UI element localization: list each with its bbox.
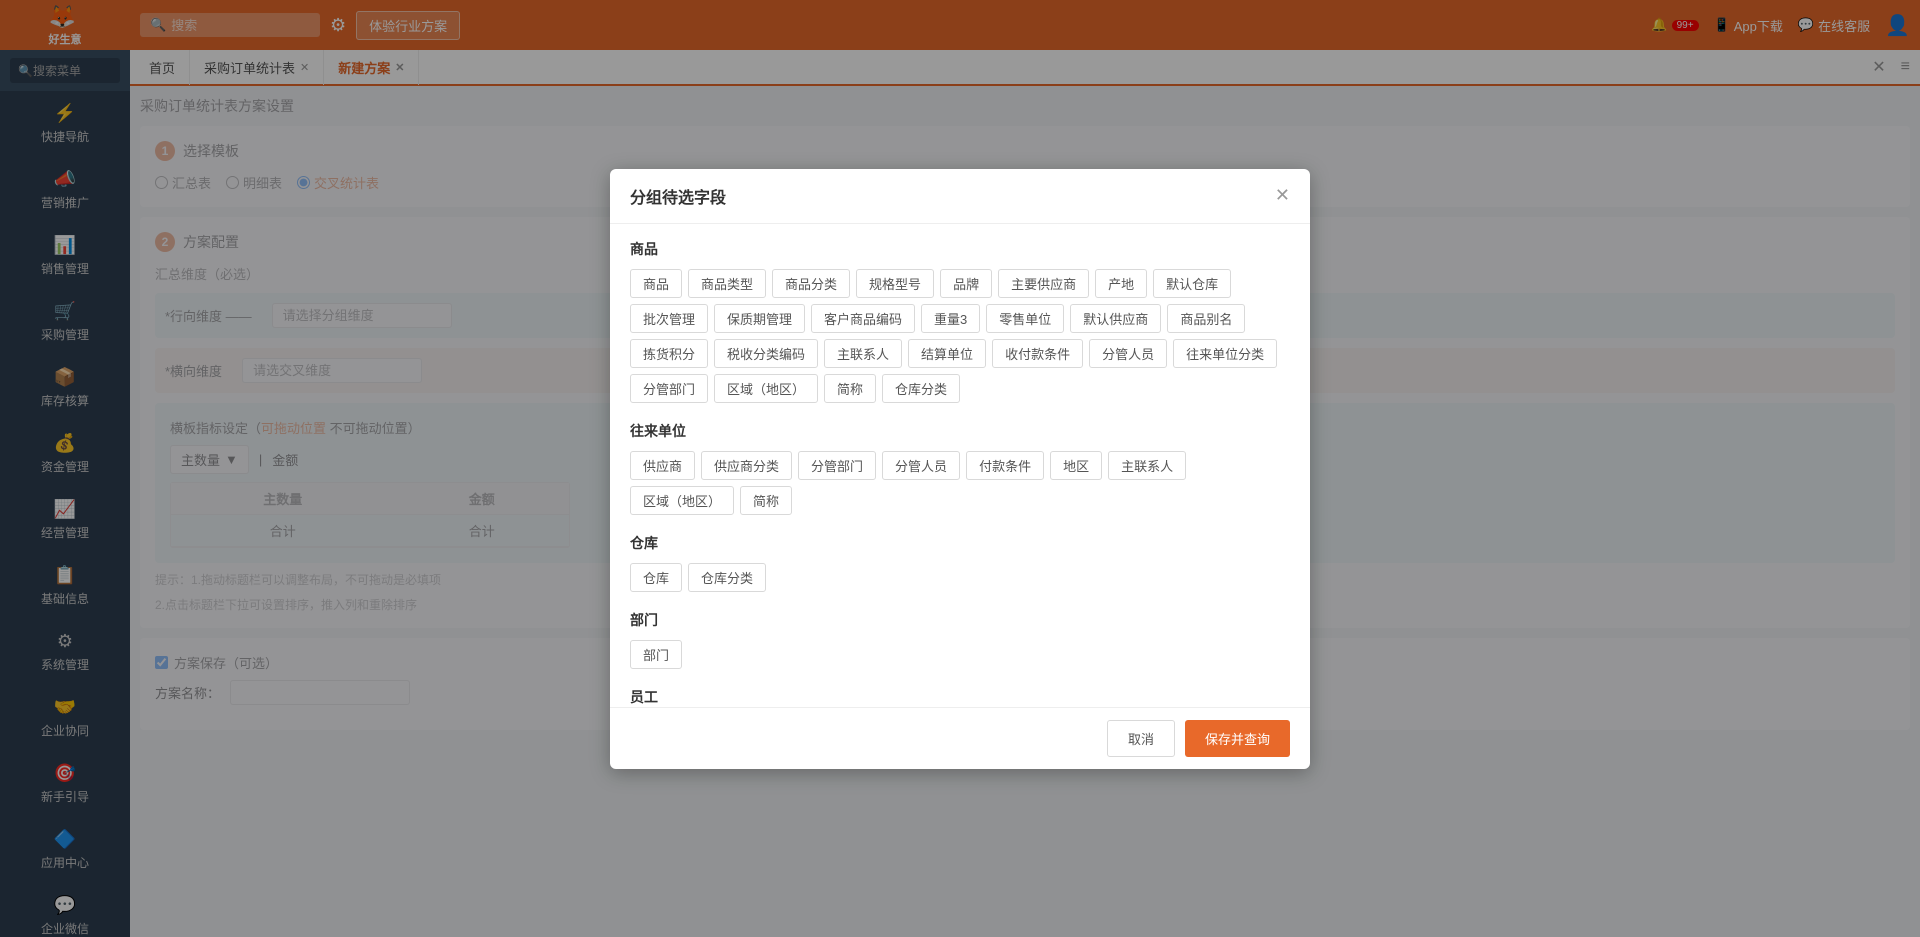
field-tag-customer-code[interactable]: 客户商品编码 — [811, 304, 915, 333]
field-tag-retail-unit[interactable]: 零售单位 — [986, 304, 1064, 333]
field-tag-partner-manager[interactable]: 分管人员 — [882, 451, 960, 480]
section-title-product: 商品 — [630, 239, 1290, 259]
section-title-employee: 员工 — [630, 687, 1290, 707]
modal-body: 商品 商品 商品类型 商品分类 规格型号 品牌 主要供应商 产地 默认仓库 批次… — [610, 224, 1310, 707]
field-section-employee: 员工 业务员 — [630, 687, 1290, 707]
field-tag-origin[interactable]: 产地 — [1095, 269, 1147, 298]
section-title-department: 部门 — [630, 610, 1290, 630]
field-tag-batch-mgmt[interactable]: 批次管理 — [630, 304, 708, 333]
modal-footer: 取消 保存并查询 — [610, 707, 1310, 769]
field-tag-payment-terms[interactable]: 收付款条件 — [992, 339, 1083, 368]
field-tag-dept[interactable]: 分管部门 — [630, 374, 708, 403]
field-tag-region[interactable]: 区域（地区） — [714, 374, 818, 403]
field-tag-pick-score[interactable]: 拣货积分 — [630, 339, 708, 368]
modal-header: 分组待选字段 ✕ — [610, 169, 1310, 224]
field-tag-manager[interactable]: 分管人员 — [1089, 339, 1167, 368]
field-tag-partner-category[interactable]: 往来单位分类 — [1173, 339, 1277, 368]
field-tag-short-name[interactable]: 简称 — [824, 374, 876, 403]
field-section-department: 部门 部门 — [630, 610, 1290, 669]
modal-title: 分组待选字段 — [630, 184, 726, 208]
field-tag-department[interactable]: 部门 — [630, 640, 682, 669]
field-tag-weight[interactable]: 重量3 — [921, 304, 980, 333]
field-tag-default-supplier[interactable]: 默认供应商 — [1070, 304, 1161, 333]
field-tag-default-warehouse[interactable]: 默认仓库 — [1153, 269, 1231, 298]
modal-close-button[interactable]: ✕ — [1275, 185, 1290, 206]
field-section-warehouse: 仓库 仓库 仓库分类 — [630, 533, 1290, 592]
section-title-partner: 往来单位 — [630, 421, 1290, 441]
field-tag-expiry-mgmt[interactable]: 保质期管理 — [714, 304, 805, 333]
field-tag-tax-code[interactable]: 税收分类编码 — [714, 339, 818, 368]
field-tag-wh-cat[interactable]: 仓库分类 — [688, 563, 766, 592]
modal-dialog: 分组待选字段 ✕ 商品 商品 商品类型 商品分类 规格型号 品牌 主要供应商 产… — [610, 169, 1310, 769]
field-tag-partner-short[interactable]: 简称 — [740, 486, 792, 515]
product-field-tags: 商品 商品类型 商品分类 规格型号 品牌 主要供应商 产地 默认仓库 批次管理 … — [630, 269, 1290, 403]
field-tag-product-type[interactable]: 商品类型 — [688, 269, 766, 298]
field-tag-partner-region[interactable]: 区域（地区） — [630, 486, 734, 515]
field-section-partner: 往来单位 供应商 供应商分类 分管部门 分管人员 付款条件 地区 主联系人 区域… — [630, 421, 1290, 515]
field-tag-partner-contact[interactable]: 主联系人 — [1108, 451, 1186, 480]
modal-cancel-button[interactable]: 取消 — [1107, 720, 1175, 757]
field-tag-main-contact[interactable]: 主联系人 — [824, 339, 902, 368]
field-tag-product[interactable]: 商品 — [630, 269, 682, 298]
field-tag-supplier[interactable]: 供应商 — [630, 451, 695, 480]
section-title-warehouse: 仓库 — [630, 533, 1290, 553]
field-section-product: 商品 商品 商品类型 商品分类 规格型号 品牌 主要供应商 产地 默认仓库 批次… — [630, 239, 1290, 403]
field-tag-partner-dept[interactable]: 分管部门 — [798, 451, 876, 480]
department-field-tags: 部门 — [630, 640, 1290, 669]
field-tag-product-alias[interactable]: 商品别名 — [1167, 304, 1245, 333]
field-tag-spec-model[interactable]: 规格型号 — [856, 269, 934, 298]
field-tag-wh[interactable]: 仓库 — [630, 563, 682, 592]
field-tag-settle-unit[interactable]: 结算单位 — [908, 339, 986, 368]
modal-overlay: 分组待选字段 ✕ 商品 商品 商品类型 商品分类 规格型号 品牌 主要供应商 产… — [0, 0, 1920, 937]
field-tag-pay-condition[interactable]: 付款条件 — [966, 451, 1044, 480]
field-tag-brand[interactable]: 品牌 — [940, 269, 992, 298]
modal-confirm-button[interactable]: 保存并查询 — [1185, 720, 1290, 757]
field-tag-main-supplier[interactable]: 主要供应商 — [998, 269, 1089, 298]
field-tag-area[interactable]: 地区 — [1050, 451, 1102, 480]
field-tag-warehouse-cat[interactable]: 仓库分类 — [882, 374, 960, 403]
partner-field-tags: 供应商 供应商分类 分管部门 分管人员 付款条件 地区 主联系人 区域（地区） … — [630, 451, 1290, 515]
warehouse-field-tags: 仓库 仓库分类 — [630, 563, 1290, 592]
field-tag-supplier-cat[interactable]: 供应商分类 — [701, 451, 792, 480]
field-tag-product-category[interactable]: 商品分类 — [772, 269, 850, 298]
